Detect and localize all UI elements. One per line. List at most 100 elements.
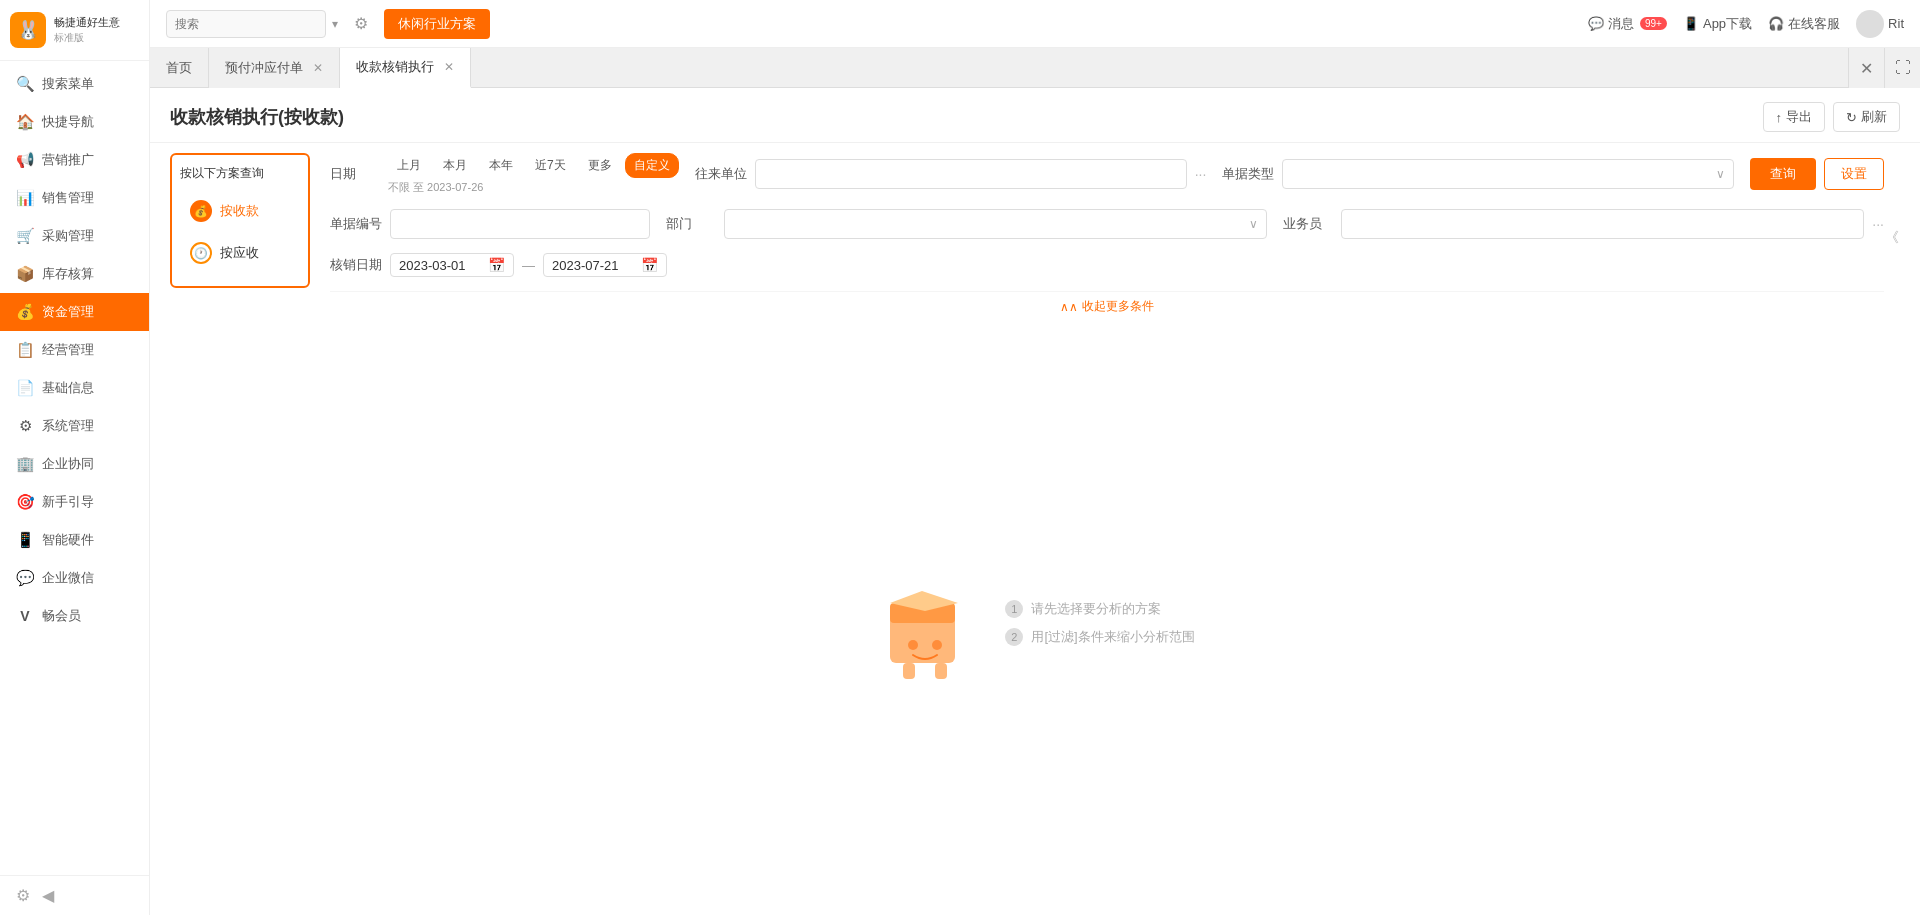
sidebar-item-inventory-label: 库存核算 — [42, 265, 94, 283]
tab-close-all-icon[interactable]: ✕ — [1848, 48, 1884, 88]
trading-partner-label: 往来单位 — [695, 165, 747, 183]
sidebar-item-inventory[interactable]: 📦 库存核算 — [0, 255, 149, 293]
tab-prepay[interactable]: 预付冲应付单 ✕ — [209, 48, 340, 88]
sidebar-item-quicknav-label: 快捷导航 — [42, 113, 94, 131]
sidebar-item-system[interactable]: ⚙ 系统管理 — [0, 407, 149, 445]
refresh-label: 刷新 — [1861, 108, 1887, 126]
sidebar-item-purchase-label: 采购管理 — [42, 227, 94, 245]
sidebar-item-sales-label: 销售管理 — [42, 189, 94, 207]
home-icon: 🏠 — [16, 113, 34, 131]
filter-left-panel: 按以下方案查询 💰 按收款 🕐 按应收 — [170, 153, 310, 288]
tab-home[interactable]: 首页 — [150, 48, 209, 88]
sidebar-item-corp-label: 企业协同 — [42, 455, 94, 473]
filter-dept-field: 部门 ∨ — [666, 209, 1267, 239]
topbar-online-service[interactable]: 🎧 在线客服 — [1768, 15, 1840, 33]
sidebar-item-operation[interactable]: 📋 经营管理 — [0, 331, 149, 369]
panel-collapse-icon[interactable]: 《 — [1884, 155, 1900, 321]
topbar-app-download[interactable]: 📱 App下载 — [1683, 15, 1752, 33]
date-start-text: 2023-03-01 — [399, 258, 484, 273]
date-btn-more[interactable]: 更多 — [579, 153, 621, 178]
sidebar-item-finance[interactable]: 💰 资金管理 — [0, 293, 149, 331]
topbar-chevron-icon[interactable]: ▾ — [332, 17, 338, 31]
tab-writeoff-label: 收款核销执行 — [356, 58, 434, 76]
tab-writeoff[interactable]: 收款核销执行 ✕ — [340, 48, 471, 88]
chevron-up-icon: ∧∧ — [1060, 300, 1078, 314]
topbar-search-area: ▾ — [166, 10, 338, 38]
query-button[interactable]: 查询 — [1750, 158, 1816, 190]
date-btn-custom[interactable]: 自定义 — [625, 153, 679, 178]
date-end-input[interactable]: 2023-07-21 📅 — [543, 253, 667, 277]
topbar-gear-icon[interactable]: ⚙ — [354, 14, 368, 33]
tab-expand-icon[interactable]: ⛶ — [1884, 48, 1920, 88]
page-header: 收款核销执行(按收款) ↑ 导出 ↻ 刷新 — [150, 88, 1920, 143]
date-btn-this-month[interactable]: 本月 — [434, 153, 476, 178]
topbar-message[interactable]: 💬 消息 99+ — [1588, 15, 1667, 33]
guide-icon: 🎯 — [16, 493, 34, 511]
staff-input[interactable] — [1341, 209, 1864, 239]
sidebar-collapse-icon[interactable]: ◀ — [42, 886, 54, 905]
sidebar-item-purchase[interactable]: 🛒 采购管理 — [0, 217, 149, 255]
sidebar-item-hardware[interactable]: 📱 智能硬件 — [0, 521, 149, 559]
tab-prepay-close-icon[interactable]: ✕ — [313, 61, 323, 75]
sidebar-item-search[interactable]: 🔍 搜索菜单 — [0, 65, 149, 103]
staff-dots[interactable]: ··· — [1872, 216, 1884, 232]
page-content: 收款核销执行(按收款) ↑ 导出 ↻ 刷新 按以下方案查询 💰 按收款 — [150, 88, 1920, 915]
purchase-icon: 🛒 — [16, 227, 34, 245]
filter-option-by-receivable-label: 按应收 — [220, 244, 259, 262]
sidebar-item-marketing[interactable]: 📢 营销推广 — [0, 141, 149, 179]
trading-partner-dots[interactable]: ··· — [1195, 166, 1207, 182]
receivable-icon: 🕐 — [190, 242, 212, 264]
staff-label: 业务员 — [1283, 215, 1333, 233]
main-wrapper: ▾ ⚙ 休闲行业方案 💬 消息 99+ 📱 App下载 🎧 在线客服 Rit — [150, 0, 1920, 915]
sidebar-item-guide-label: 新手引导 — [42, 493, 94, 511]
calendar-start-icon: 📅 — [488, 257, 505, 273]
sidebar-item-guide[interactable]: 🎯 新手引导 — [0, 483, 149, 521]
empty-text: 1 请先选择要分析的方案 2 用[过滤]条件来缩小分析范围 — [1005, 600, 1194, 646]
sidebar-item-wechat-label: 企业微信 — [42, 569, 94, 587]
filter-option-by-receivable[interactable]: 🕐 按应收 — [180, 234, 300, 272]
refresh-button[interactable]: ↻ 刷新 — [1833, 102, 1900, 132]
setting-button[interactable]: 设置 — [1824, 158, 1884, 190]
sidebar-settings-icon[interactable]: ⚙ — [16, 886, 30, 905]
date-btn-this-year[interactable]: 本年 — [480, 153, 522, 178]
sidebar-item-basic[interactable]: 📄 基础信息 — [0, 369, 149, 407]
bill-type-select[interactable]: ∨ — [1282, 159, 1734, 189]
sidebar-item-quicknav[interactable]: 🏠 快捷导航 — [0, 103, 149, 141]
sidebar-item-basic-label: 基础信息 — [42, 379, 94, 397]
empty-hint-1-text: 请先选择要分析的方案 — [1031, 600, 1161, 618]
filter-option-by-receipt[interactable]: 💰 按收款 — [180, 192, 300, 230]
sidebar-item-corp[interactable]: 🏢 企业协同 — [0, 445, 149, 483]
operation-icon: 📋 — [16, 341, 34, 359]
collapse-bar[interactable]: ∧∧ 收起更多条件 — [330, 291, 1884, 321]
topbar-user[interactable]: Rit — [1856, 10, 1904, 38]
bill-type-arrow: ∨ — [1716, 167, 1725, 181]
member-icon: V — [16, 608, 34, 624]
date-btn-last-7days[interactable]: 近7天 — [526, 153, 575, 178]
topbar: ▾ ⚙ 休闲行业方案 💬 消息 99+ 📱 App下载 🎧 在线客服 Rit — [150, 0, 1920, 48]
tabbar-actions: ✕ ⛶ — [1848, 48, 1920, 88]
sidebar-item-member[interactable]: V 畅会员 — [0, 597, 149, 635]
sidebar-item-wechat[interactable]: 💬 企业微信 — [0, 559, 149, 597]
bill-no-input[interactable] — [390, 209, 650, 239]
date-hint: 不限 至 2023-07-26 — [388, 180, 679, 195]
finance-icon: 💰 — [16, 303, 34, 321]
date-separator: — — [522, 258, 535, 273]
export-button[interactable]: ↑ 导出 — [1763, 102, 1826, 132]
topbar-right: 💬 消息 99+ 📱 App下载 🎧 在线客服 Rit — [1588, 10, 1904, 38]
filter-actions: 查询 设置 — [1750, 158, 1884, 190]
dept-select[interactable]: ∨ — [724, 209, 1267, 239]
sidebar-item-system-label: 系统管理 — [42, 417, 94, 435]
wechat-icon: 💬 — [16, 569, 34, 587]
date-start-input[interactable]: 2023-03-01 📅 — [390, 253, 514, 277]
tab-writeoff-close-icon[interactable]: ✕ — [444, 60, 454, 74]
filter-row-3: 核销日期 2023-03-01 📅 — 2023-07-21 📅 — [330, 253, 1884, 277]
service-label: 在线客服 — [1788, 15, 1840, 33]
receipt-icon: 💰 — [190, 200, 212, 222]
date-btn-last-month[interactable]: 上月 — [388, 153, 430, 178]
sidebar-item-sales[interactable]: 📊 销售管理 — [0, 179, 149, 217]
trading-partner-input[interactable] — [755, 159, 1187, 189]
topbar-search-input[interactable] — [166, 10, 326, 38]
solution-button[interactable]: 休闲行业方案 — [384, 9, 490, 39]
corp-icon: 🏢 — [16, 455, 34, 473]
filter-right-panel: 日期 上月 本月 本年 近7天 更多 自定义 不限 至 2023-07-26 — [330, 153, 1884, 321]
